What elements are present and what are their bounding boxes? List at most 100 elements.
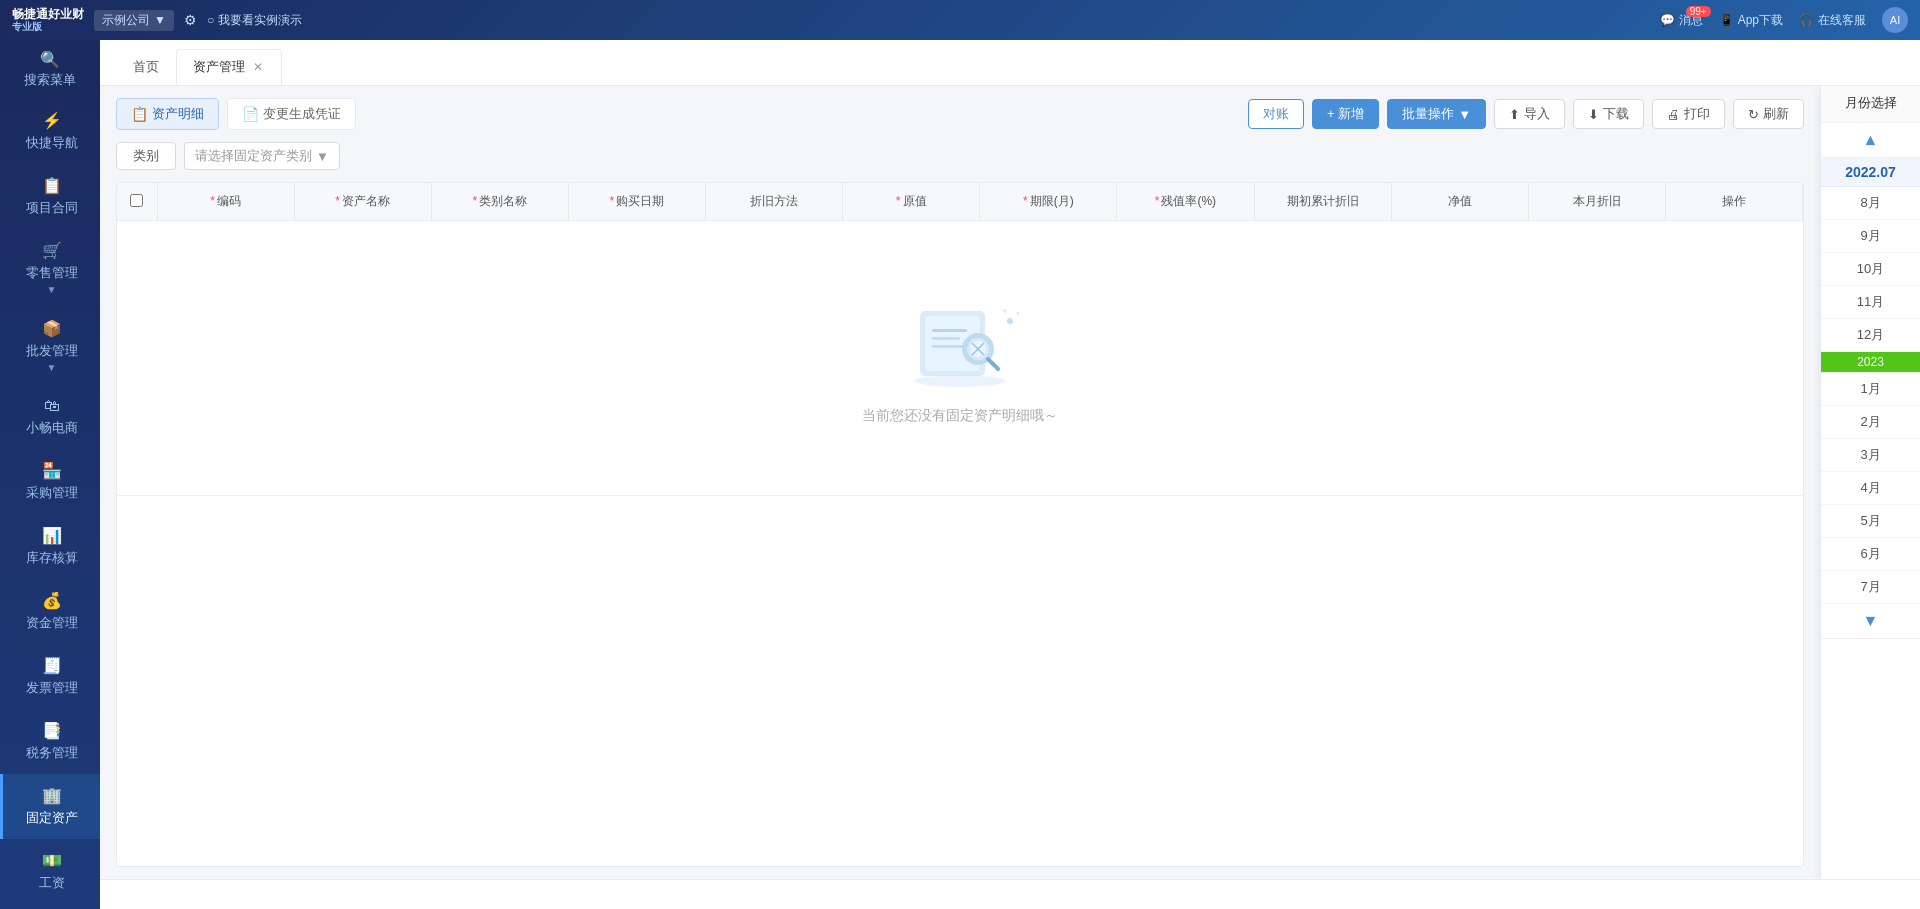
month-item-1[interactable]: 1月 bbox=[1821, 373, 1920, 406]
chevron-down-icon: ▼ bbox=[154, 13, 166, 27]
sidebar-item-project-contract[interactable]: 📋 项目合同 bbox=[0, 164, 100, 229]
year-2023-badge: 2023 bbox=[1821, 352, 1920, 373]
month-item-11[interactable]: 11月 bbox=[1821, 286, 1920, 319]
month-item-10[interactable]: 10月 bbox=[1821, 253, 1920, 286]
sidebar-item-ecommerce[interactable]: 🛍 小畅电商 bbox=[0, 385, 100, 449]
tab-asset-mgmt-label: 资产管理 bbox=[193, 58, 245, 76]
sidebar-item-tax-mgmt[interactable]: 📑 税务管理 bbox=[0, 709, 100, 774]
month-item-7[interactable]: 7月 bbox=[1821, 571, 1920, 604]
app-download-button[interactable]: 📱 App下载 bbox=[1719, 12, 1783, 29]
content-area: 首页 资产管理 ✕ 📋 资产明细 📄 变更生成凭证 bbox=[100, 40, 1920, 909]
sidebar-item-purchase-mgmt[interactable]: 🏪 采购管理 bbox=[0, 449, 100, 514]
batch-ops-button[interactable]: 批量操作 ▼ bbox=[1387, 99, 1486, 129]
print-icon: 🖨 bbox=[1667, 107, 1680, 122]
table-body: 当前您还没有固定资产明细哦～ bbox=[117, 221, 1803, 496]
asset-table: *编码 *资产名称 *类别名称 *购买日期 折旧方法 *原值 *期限(月) *残… bbox=[116, 182, 1804, 867]
col-depreciation-method: 折旧方法 bbox=[706, 183, 843, 221]
empty-message: 当前您还没有固定资产明细哦～ bbox=[862, 407, 1058, 425]
svg-point-13 bbox=[1003, 309, 1007, 313]
download-button[interactable]: ⬇ 下载 bbox=[1573, 99, 1644, 129]
month-item-9[interactable]: 9月 bbox=[1821, 220, 1920, 253]
page-content: 📋 资产明细 📄 变更生成凭证 对账 + 新增 bbox=[100, 86, 1920, 879]
tax-icon: 📑 bbox=[42, 721, 62, 740]
sidebar-item-invoice-mgmt[interactable]: 🧾 发票管理 bbox=[0, 644, 100, 709]
month-panel-title: 月份选择 bbox=[1829, 94, 1912, 112]
ecommerce-icon: 🛍 bbox=[44, 397, 60, 415]
tab-bar: 首页 资产管理 ✕ bbox=[100, 40, 1920, 86]
sidebar-item-fixed-assets[interactable]: 🏢 固定资产 bbox=[0, 774, 100, 839]
month-nav: ▲ bbox=[1821, 123, 1920, 158]
reconcile-button[interactable]: 对账 bbox=[1248, 99, 1304, 129]
fund-icon: 💰 bbox=[42, 591, 62, 610]
company-selector[interactable]: 示例公司 ▼ bbox=[94, 10, 174, 31]
month-nav-bottom: ▼ bbox=[1821, 604, 1920, 639]
asset-detail-icon: 📋 bbox=[131, 106, 148, 122]
month-item-6[interactable]: 6月 bbox=[1821, 538, 1920, 571]
sub-tab-change-voucher[interactable]: 📄 变更生成凭证 bbox=[227, 98, 356, 130]
month-item-4[interactable]: 4月 bbox=[1821, 472, 1920, 505]
month-item-12[interactable]: 12月 bbox=[1821, 319, 1920, 352]
settings-button[interactable]: ⚙ bbox=[184, 12, 197, 28]
month-panel-header: 月份选择 bbox=[1821, 86, 1920, 123]
gear-icon: ⚙ bbox=[184, 12, 197, 28]
sidebar-item-quick-nav[interactable]: ⚡ 快捷导航 bbox=[0, 99, 100, 164]
svg-rect-5 bbox=[932, 345, 964, 348]
import-icon: ⬆ bbox=[1509, 107, 1520, 122]
sidebar-item-salary[interactable]: 💵 工资 bbox=[0, 839, 100, 904]
empty-state: 当前您还没有固定资产明细哦～ bbox=[125, 231, 1795, 485]
month-year-display[interactable]: 2022.07 bbox=[1821, 158, 1920, 187]
svg-point-14 bbox=[1016, 312, 1019, 315]
project-icon: 📋 bbox=[42, 176, 62, 195]
service-icon: 🎧 bbox=[1799, 13, 1814, 27]
select-all-checkbox[interactable] bbox=[130, 194, 143, 207]
sidebar-item-operations-mgmt[interactable]: 📈 经营管理 bbox=[0, 904, 100, 909]
wholesale-icon: 📦 bbox=[42, 319, 62, 338]
main-panel: 📋 资产明细 📄 变更生成凭证 对账 + 新增 bbox=[100, 86, 1820, 879]
category-select[interactable]: 请选择固定资产类别 ▼ bbox=[184, 142, 340, 170]
month-item-8[interactable]: 8月 bbox=[1821, 187, 1920, 220]
user-avatar[interactable]: AI bbox=[1882, 7, 1908, 33]
col-category: *类别名称 bbox=[431, 183, 568, 221]
main-layout: 🔍 搜索菜单 ⚡ 快捷导航 📋 项目合同 🛒 零售管理 ▼ 📦 批发管理 ▼ 🛍… bbox=[0, 40, 1920, 909]
sidebar-item-inventory[interactable]: 📊 库存核算 bbox=[0, 514, 100, 579]
salary-icon: 💵 bbox=[42, 851, 62, 870]
month-item-3[interactable]: 3月 bbox=[1821, 439, 1920, 472]
inventory-icon: 📊 bbox=[42, 526, 62, 545]
svg-rect-3 bbox=[932, 329, 967, 332]
message-button[interactable]: 💬 消息 99+ bbox=[1660, 12, 1703, 29]
import-button[interactable]: ⬆ 导入 bbox=[1494, 99, 1565, 129]
svg-point-12 bbox=[1007, 318, 1013, 324]
month-item-5[interactable]: 5月 bbox=[1821, 505, 1920, 538]
add-button[interactable]: + 新增 bbox=[1312, 99, 1379, 129]
month-nav-down[interactable]: ▼ bbox=[1857, 610, 1885, 632]
tab-asset-mgmt[interactable]: 资产管理 ✕ bbox=[176, 49, 282, 85]
col-accumulated-depreciation: 期初累计折旧 bbox=[1254, 183, 1391, 221]
print-button[interactable]: 🖨 打印 bbox=[1652, 99, 1725, 129]
demo-link[interactable]: ○ 我要看实例演示 bbox=[207, 12, 302, 29]
empty-state-cell: 当前您还没有固定资产明细哦～ bbox=[117, 221, 1803, 496]
empty-state-row: 当前您还没有固定资产明细哦～ bbox=[117, 221, 1803, 496]
bottom-bar bbox=[100, 879, 1920, 909]
col-operations: 操作 bbox=[1665, 183, 1802, 221]
sidebar-item-wholesale-mgmt[interactable]: 📦 批发管理 ▼ bbox=[0, 307, 100, 385]
category-label: 类别 bbox=[116, 142, 176, 170]
sub-tab-asset-detail[interactable]: 📋 资产明细 bbox=[116, 98, 219, 130]
sidebar-item-retail-mgmt[interactable]: 🛒 零售管理 ▼ bbox=[0, 229, 100, 307]
month-item-2[interactable]: 2月 bbox=[1821, 406, 1920, 439]
online-service-button[interactable]: 🎧 在线客服 bbox=[1799, 12, 1866, 29]
message-badge: 99+ bbox=[1686, 6, 1711, 17]
month-nav-up[interactable]: ▲ bbox=[1857, 129, 1885, 151]
refresh-button[interactable]: ↻ 刷新 bbox=[1733, 99, 1804, 129]
message-icon: 💬 bbox=[1660, 13, 1675, 27]
svg-rect-4 bbox=[932, 337, 960, 340]
filter-bar: 类别 请选择固定资产类别 ▼ bbox=[116, 142, 1804, 170]
table-header-row: *编码 *资产名称 *类别名称 *购买日期 折旧方法 *原值 *期限(月) *残… bbox=[117, 183, 1803, 221]
select-arrow-icon: ▼ bbox=[316, 149, 329, 164]
col-checkbox bbox=[117, 183, 157, 221]
tab-home[interactable]: 首页 bbox=[116, 49, 176, 85]
download-icon: ⬇ bbox=[1588, 107, 1599, 122]
sidebar-item-fund-mgmt[interactable]: 💰 资金管理 bbox=[0, 579, 100, 644]
tab-close-button[interactable]: ✕ bbox=[251, 60, 265, 74]
quick-nav-icon: ⚡ bbox=[42, 111, 62, 130]
sidebar-search[interactable]: 🔍 搜索菜单 bbox=[0, 40, 100, 99]
